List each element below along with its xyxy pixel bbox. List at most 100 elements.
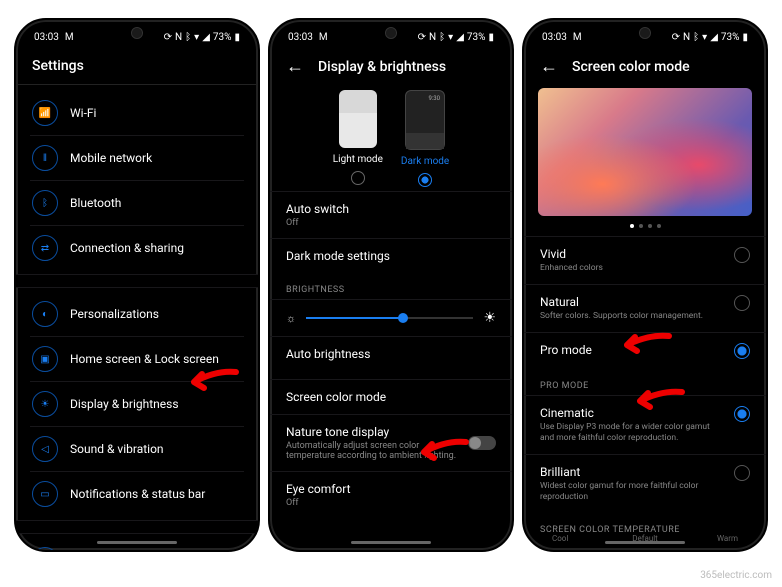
- wifi-icon: 📶: [32, 100, 58, 126]
- clock: 03:03: [542, 32, 567, 43]
- eye-comfort-title: Eye comfort: [286, 482, 496, 496]
- bt-status-icon: ᛒ: [693, 32, 699, 43]
- eye-comfort-row[interactable]: Eye comfort Off: [270, 471, 512, 518]
- wifi-status-icon: ▾: [194, 32, 199, 43]
- settings-item-label: Bluetooth: [70, 196, 121, 210]
- gmail-icon: M: [319, 32, 328, 43]
- battery-icon: ▮: [488, 32, 494, 43]
- natural-title: Natural: [540, 295, 726, 309]
- page-title: Screen color mode: [572, 59, 690, 75]
- notifications-icon: ▭: [32, 481, 58, 507]
- bt-status-icon: ᛒ: [185, 32, 191, 43]
- dark-mode-option[interactable]: Dark mode: [401, 90, 449, 187]
- settings-item-connection-sharing[interactable]: ⇄ Connection & sharing: [30, 225, 244, 270]
- mobile-icon: ‖: [32, 145, 58, 171]
- screen-color-mode-label: Screen color mode: [286, 390, 496, 404]
- battery-icon: ▮: [742, 32, 748, 43]
- dark-mode-settings-label: Dark mode settings: [286, 249, 496, 263]
- dark-mode-thumb: [405, 90, 445, 150]
- settings-item-label: Personalizations: [70, 307, 159, 321]
- dark-mode-radio[interactable]: [418, 173, 432, 187]
- gesture-bar[interactable]: [97, 541, 177, 544]
- settings-item-label: Mobile network: [70, 151, 152, 165]
- password-icon: ⌀: [32, 547, 58, 552]
- gesture-bar[interactable]: [605, 541, 685, 544]
- nature-tone-title: Nature tone display: [286, 425, 460, 439]
- settings-item-sound-vibration[interactable]: ◁ Sound & vibration: [30, 426, 244, 471]
- page-title: Display & brightness: [318, 59, 446, 75]
- settings-item-display-brightness[interactable]: ☀Display & brightness: [30, 381, 244, 426]
- light-mode-option[interactable]: Light mode: [333, 90, 383, 187]
- vivid-radio[interactable]: [734, 247, 750, 263]
- dark-mode-label: Dark mode: [401, 156, 449, 167]
- settings-item-wi-fi[interactable]: 📶Wi-Fi: [30, 91, 244, 135]
- nfc-icon: N: [429, 32, 436, 43]
- bluetooth-icon: ᛒ: [32, 190, 58, 216]
- back-icon[interactable]: ←: [286, 58, 304, 76]
- gesture-bar[interactable]: [351, 541, 431, 544]
- settings-item-label: Display & brightness: [70, 397, 179, 411]
- settings-header: Settings: [16, 48, 258, 82]
- connection-icon: ⇄: [32, 235, 58, 261]
- cast-icon: ⟳: [418, 32, 426, 43]
- settings-item-personalizations[interactable]: ◐ Personalizations: [30, 292, 244, 336]
- personalization-icon: ◐: [32, 301, 58, 327]
- pro-mode-radio[interactable]: [734, 343, 750, 359]
- gmail-icon: M: [65, 32, 74, 43]
- brilliant-sub: Widest color gamut for more faithful col…: [540, 481, 726, 503]
- display-header: ← Display & brightness: [270, 48, 512, 84]
- settings-item-bluetooth[interactable]: ᛒ Bluetooth: [30, 180, 244, 225]
- cast-icon: ⟳: [672, 32, 680, 43]
- nfc-icon: N: [175, 32, 182, 43]
- vivid-option[interactable]: Vivid Enhanced colors: [524, 236, 766, 284]
- pro-mode-option[interactable]: Pro mode: [524, 332, 766, 369]
- clock: 03:03: [34, 32, 59, 43]
- settings-item-home-screen-lock-screen[interactable]: ▣Home screen & Lock screen: [30, 336, 244, 381]
- brilliant-option[interactable]: Brilliant Widest color gamut for more fa…: [524, 454, 766, 513]
- settings-item-label: Sound & vibration: [70, 442, 164, 456]
- nature-tone-sub: Automatically adjust screen color temper…: [286, 441, 460, 461]
- natural-radio[interactable]: [734, 295, 750, 311]
- signal-icon: ◢: [456, 32, 464, 43]
- pro-mode-section-label: PRO MODE: [524, 369, 766, 395]
- settings-item-mobile-network[interactable]: ‖ Mobile network: [30, 135, 244, 180]
- brightness-low-icon: ☼: [286, 312, 296, 325]
- cinematic-title: Cinematic: [540, 406, 726, 420]
- battery-text: 73%: [467, 32, 486, 43]
- cinematic-option[interactable]: Cinematic Use Display P3 mode for a wide…: [524, 395, 766, 454]
- battery-icon: ▮: [234, 32, 240, 43]
- brightness-high-icon: ☀: [483, 310, 496, 326]
- screen-color-mode-row[interactable]: Screen color mode: [270, 379, 512, 414]
- camera-notch: [386, 28, 396, 38]
- wifi-status-icon: ▾: [448, 32, 453, 43]
- light-mode-thumb: [339, 90, 377, 148]
- color-preview-image[interactable]: [538, 88, 752, 216]
- sound-icon: ◁: [32, 436, 58, 462]
- clock: 03:03: [288, 32, 313, 43]
- nature-tone-toggle[interactable]: [468, 436, 496, 450]
- nfc-icon: N: [683, 32, 690, 43]
- settings-item-notifications-status-bar[interactable]: ▭Notifications & status bar: [30, 471, 244, 516]
- light-mode-label: Light mode: [333, 154, 383, 165]
- settings-item-label: Connection & sharing: [70, 241, 184, 255]
- vivid-sub: Enhanced colors: [540, 263, 726, 274]
- camera-notch: [132, 28, 142, 38]
- brightness-slider-row: ☼ ☀: [270, 299, 512, 336]
- page-title: Settings: [32, 58, 84, 74]
- pro-mode-title: Pro mode: [540, 343, 726, 357]
- cast-icon: ⟳: [164, 32, 172, 43]
- cinematic-radio[interactable]: [734, 406, 750, 422]
- brightness-section-label: BRIGHTNESS: [270, 273, 512, 299]
- dark-mode-settings-row[interactable]: Dark mode settings: [270, 238, 512, 273]
- light-mode-radio[interactable]: [351, 171, 365, 185]
- brilliant-radio[interactable]: [734, 465, 750, 481]
- vivid-title: Vivid: [540, 247, 726, 261]
- eye-comfort-sub: Off: [286, 498, 496, 508]
- natural-option[interactable]: Natural Softer colors. Supports color ma…: [524, 284, 766, 332]
- brightness-slider[interactable]: [306, 317, 473, 319]
- auto-switch-row[interactable]: Auto switch Off: [270, 191, 512, 238]
- back-icon[interactable]: ←: [540, 58, 558, 76]
- nature-tone-row[interactable]: Nature tone display Automatically adjust…: [270, 414, 512, 471]
- auto-brightness-row[interactable]: Auto brightness: [270, 336, 512, 371]
- wifi-status-icon: ▾: [702, 32, 707, 43]
